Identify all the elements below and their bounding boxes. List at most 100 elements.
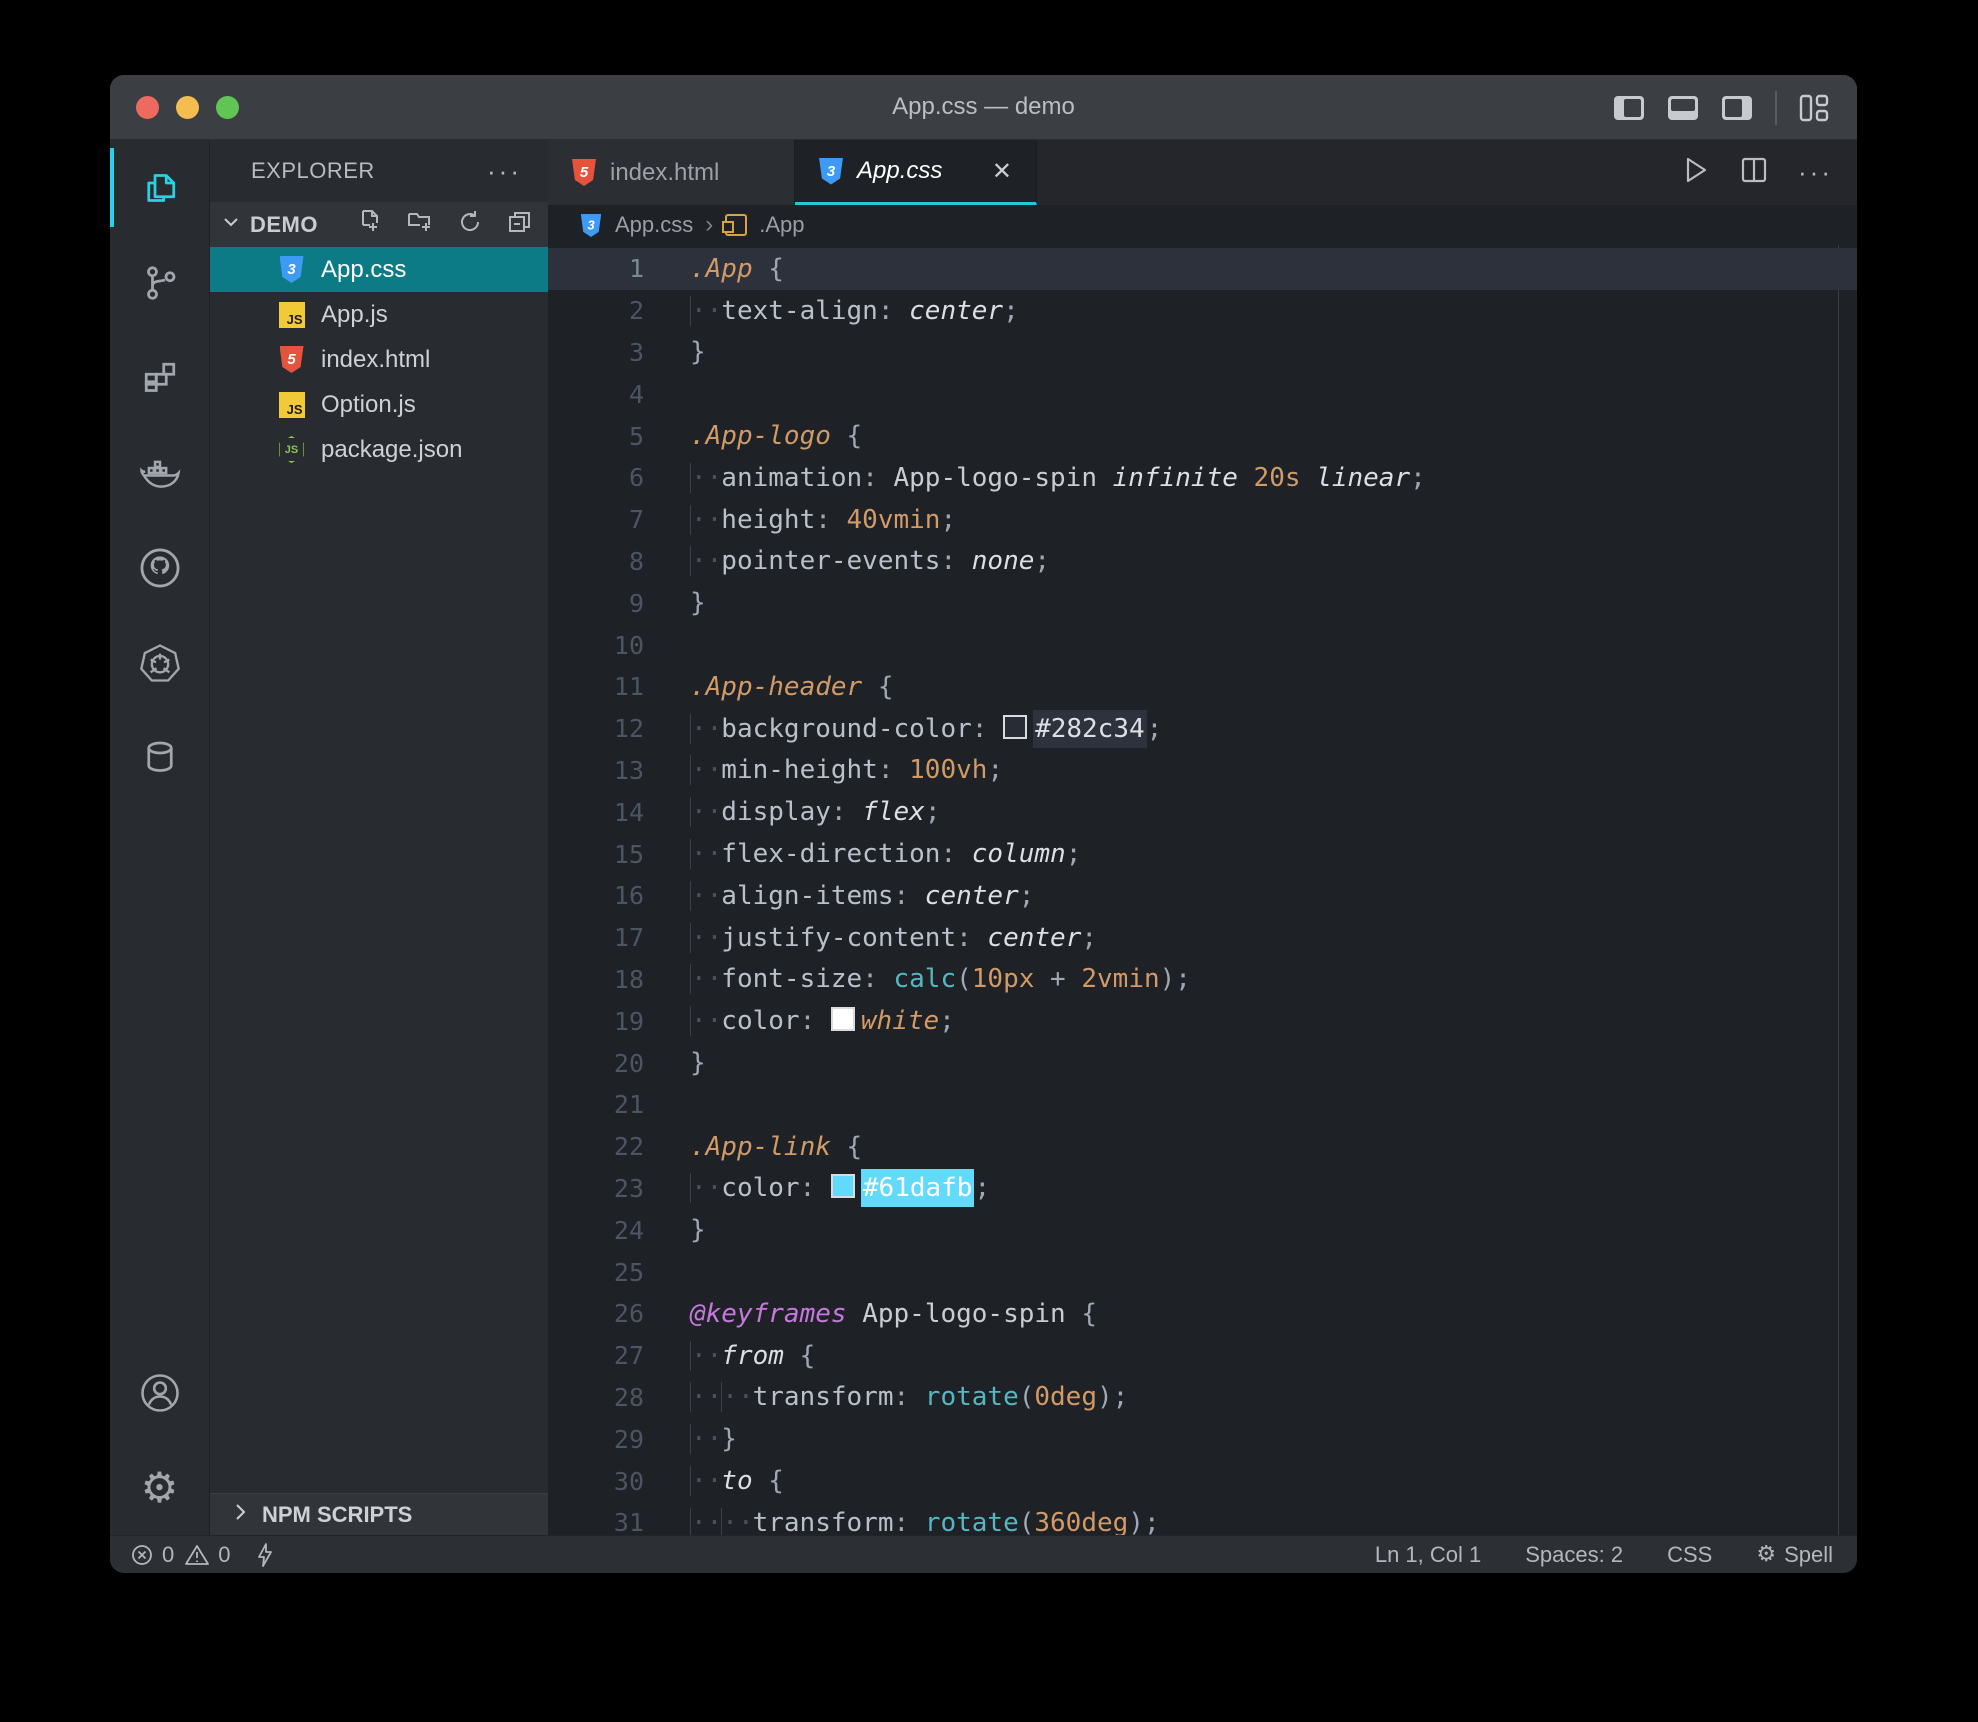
js-file-icon: JS	[279, 392, 305, 418]
breadcrumb-file[interactable]: App.css	[615, 212, 693, 238]
code-line-14[interactable]: 14··display: flex;	[548, 791, 1857, 833]
code-line-6[interactable]: 6··animation: App-logo-spin infinite 20s…	[548, 457, 1857, 499]
code-line-12[interactable]: 12··background-color: #282c34;	[548, 708, 1857, 750]
code-line-1[interactable]: 1.App {	[548, 248, 1857, 290]
indentation[interactable]: Spaces: 2	[1525, 1542, 1623, 1568]
code-line-8[interactable]: 8··pointer-events: none;	[548, 541, 1857, 583]
code-line-22[interactable]: 22.App-link {	[548, 1126, 1857, 1168]
kubernetes-icon	[139, 642, 181, 684]
code-line-18[interactable]: 18··font-size: calc(10px + 2vmin);	[548, 959, 1857, 1001]
activity-explorer[interactable]	[110, 140, 210, 235]
code-line-19[interactable]: 19··color: white;	[548, 1000, 1857, 1042]
js-file-icon: JS	[279, 302, 305, 328]
code-line-4[interactable]: 4	[548, 373, 1857, 415]
new-file-icon[interactable]	[356, 208, 384, 241]
run-icon[interactable]	[1682, 155, 1710, 190]
line-number: 17	[548, 923, 644, 952]
line-number: 2	[548, 296, 644, 325]
toggle-panel-icon[interactable]	[1667, 95, 1699, 121]
file-item-app-css[interactable]: 3App.css	[210, 247, 548, 292]
line-number: 29	[548, 1425, 644, 1454]
spell-checker[interactable]: ⚙ Spell	[1756, 1542, 1833, 1568]
tab-app-css[interactable]: 3 App.css ✕	[795, 140, 1037, 205]
close-tab-icon[interactable]: ✕	[992, 157, 1012, 186]
code-line-16[interactable]: 16··align-items: center;	[548, 875, 1857, 917]
spell-gear-icon: ⚙	[1756, 1542, 1776, 1567]
code-line-29[interactable]: 29··}	[548, 1418, 1857, 1460]
activity-settings[interactable]: ⚙	[110, 1440, 210, 1535]
code-line-21[interactable]: 21	[548, 1084, 1857, 1126]
file-name: package.json	[321, 436, 462, 464]
file-item-app-js[interactable]: JSApp.js	[210, 292, 548, 337]
file-item-option-js[interactable]: JSOption.js	[210, 382, 548, 427]
breadcrumb[interactable]: 3 App.css › .App	[548, 205, 1857, 245]
code-line-7[interactable]: 7··height: 40vmin;	[548, 499, 1857, 541]
code-line-25[interactable]: 25	[548, 1251, 1857, 1293]
code-line-3[interactable]: 3}	[548, 332, 1857, 374]
line-number: 8	[548, 547, 644, 576]
activity-database[interactable]	[110, 710, 210, 805]
toggle-primary-sidebar-icon[interactable]	[1613, 95, 1645, 121]
color-swatch	[1003, 715, 1027, 739]
code-line-17[interactable]: 17··justify-content: center;	[548, 917, 1857, 959]
minimize-window-button[interactable]	[176, 96, 199, 119]
npm-scripts-label: NPM SCRIPTS	[262, 1502, 412, 1528]
split-editor-icon[interactable]	[1740, 156, 1768, 189]
code-line-26[interactable]: 26@keyframes App-logo-spin {	[548, 1293, 1857, 1335]
activity-extensions[interactable]	[110, 330, 210, 425]
activity-github[interactable]	[110, 520, 210, 615]
customize-layout-icon[interactable]	[1799, 94, 1829, 122]
close-window-button[interactable]	[136, 96, 159, 119]
code-line-11[interactable]: 11.App-header {	[548, 666, 1857, 708]
editor-group: 5 index.html 3 App.css ✕ ···	[548, 140, 1857, 1535]
breadcrumb-symbol[interactable]: .App	[759, 212, 804, 238]
lightning-icon[interactable]	[255, 1542, 275, 1568]
database-icon	[140, 738, 180, 778]
collapse-folders-icon[interactable]	[506, 208, 534, 241]
code-line-30[interactable]: 30··to {	[548, 1460, 1857, 1502]
activity-source-control[interactable]	[110, 235, 210, 330]
folder-section-demo[interactable]: DEMO	[210, 202, 548, 247]
problems-warnings[interactable]: 0	[184, 1542, 230, 1568]
refresh-icon[interactable]	[456, 208, 484, 241]
extensions-icon	[140, 358, 180, 398]
activity-docker[interactable]	[110, 425, 210, 520]
title-bar[interactable]: App.css — demo	[110, 75, 1857, 140]
html-file-icon: 5	[572, 159, 596, 186]
explorer-more-actions-icon[interactable]: ···	[487, 156, 522, 187]
zoom-window-button[interactable]	[216, 96, 239, 119]
code-line-13[interactable]: 13··min-height: 100vh;	[548, 750, 1857, 792]
activity-accounts[interactable]	[110, 1345, 210, 1440]
line-number: 4	[548, 380, 644, 409]
activity-kubernetes[interactable]	[110, 615, 210, 710]
code-editor[interactable]: 1.App {2··text-align: center;3} 4 5.App-lo…	[548, 245, 1857, 1535]
code-line-10[interactable]: 10	[548, 624, 1857, 666]
problems-errors[interactable]: 0	[130, 1542, 174, 1568]
code-line-5[interactable]: 5.App-logo {	[548, 415, 1857, 457]
code-line-28[interactable]: 28····transform: rotate(0deg);	[548, 1377, 1857, 1419]
code-line-15[interactable]: 15··flex-direction: column;	[548, 833, 1857, 875]
file-item-package-json[interactable]: JSpackage.json	[210, 427, 548, 472]
line-number: 6	[548, 463, 644, 492]
file-item-index-html[interactable]: 5index.html	[210, 337, 548, 382]
toggle-secondary-sidebar-icon[interactable]	[1721, 95, 1753, 121]
more-actions-icon[interactable]: ···	[1798, 157, 1833, 188]
code-line-9[interactable]: 9}	[548, 582, 1857, 624]
css-file-icon: 3	[280, 256, 304, 283]
line-number: 15	[548, 840, 644, 869]
code-line-20[interactable]: 20}	[548, 1042, 1857, 1084]
code-line-24[interactable]: 24}	[548, 1209, 1857, 1251]
line-number: 24	[548, 1216, 644, 1245]
line-number: 23	[548, 1174, 644, 1203]
code-line-27[interactable]: 27··from {	[548, 1335, 1857, 1377]
npm-scripts-section[interactable]: NPM SCRIPTS	[210, 1493, 548, 1535]
line-number: 18	[548, 965, 644, 994]
code-line-2[interactable]: 2··text-align: center;	[548, 290, 1857, 332]
language-mode[interactable]: CSS	[1667, 1542, 1712, 1568]
code-line-23[interactable]: 23··color: #61dafb;	[548, 1168, 1857, 1210]
line-number: 13	[548, 756, 644, 785]
cursor-position[interactable]: Ln 1, Col 1	[1375, 1542, 1481, 1568]
tab-index-html[interactable]: 5 index.html	[548, 140, 795, 205]
code-line-31[interactable]: 31····transform: rotate(360deg);	[548, 1502, 1857, 1535]
new-folder-icon[interactable]	[406, 208, 434, 241]
